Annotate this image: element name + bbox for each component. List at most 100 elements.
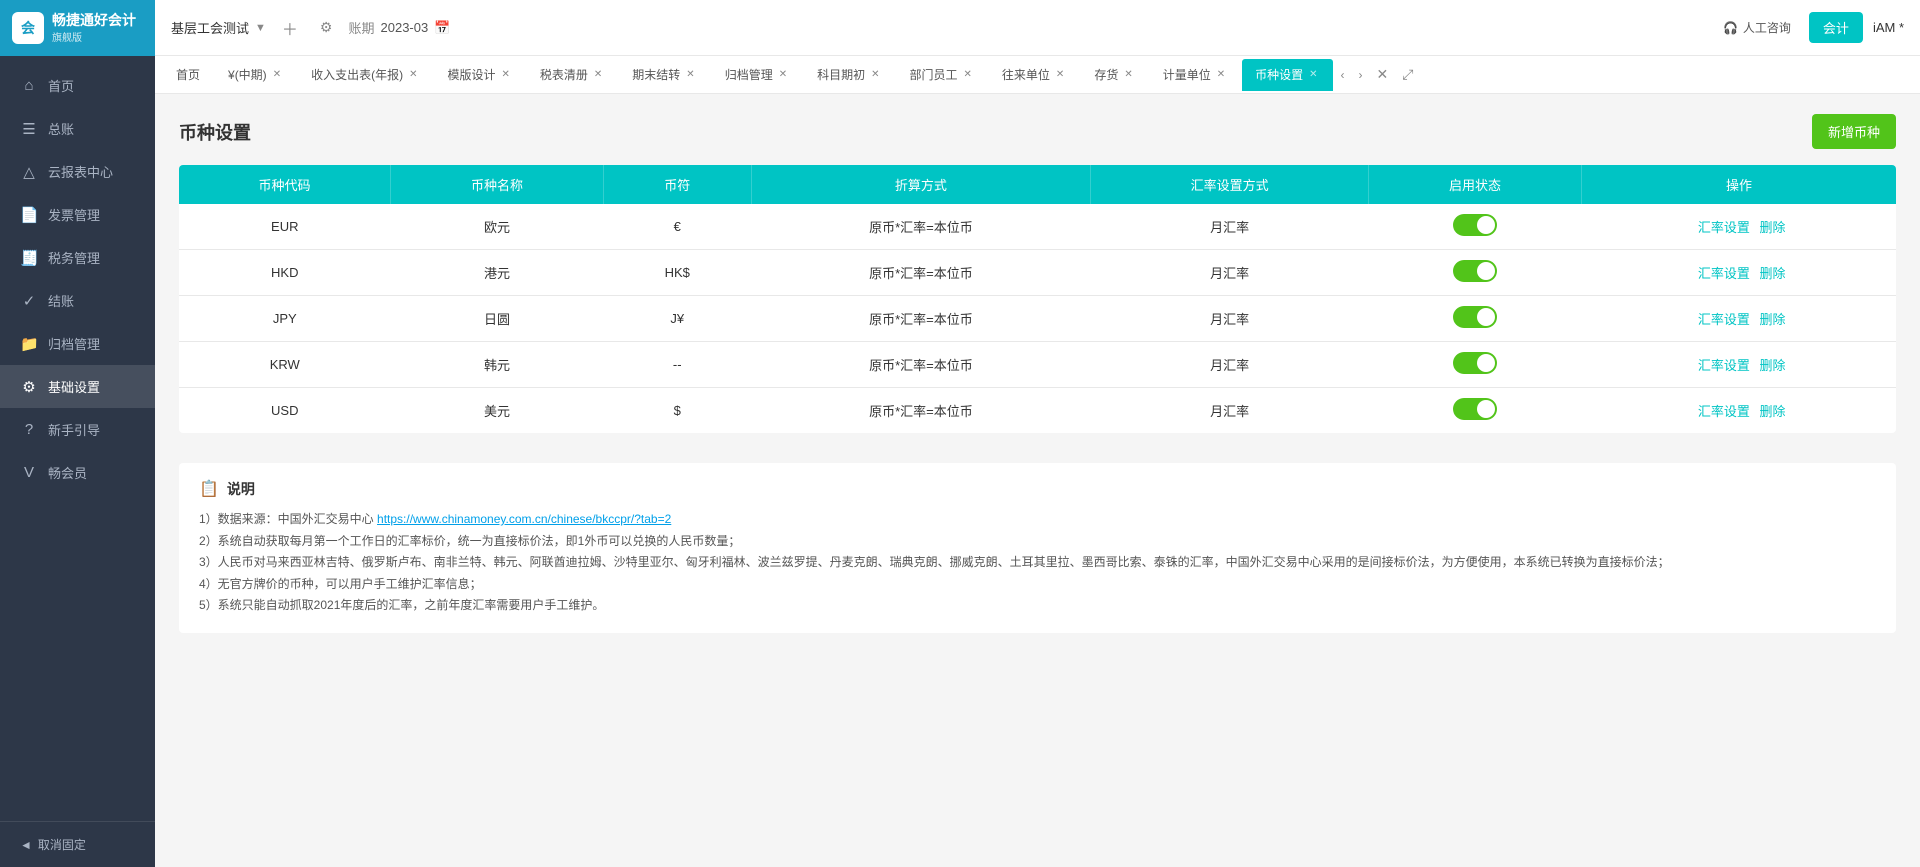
notes-item: 3）人民币对马来西亚林吉特、俄罗斯卢布、南非兰特、韩元、阿联酋迪拉姆、沙特里亚尔… — [199, 552, 1876, 574]
tab-item[interactable]: 币种设置✕ — [1242, 59, 1332, 91]
tab-item[interactable]: 首页 — [163, 59, 213, 91]
toggle-track — [1453, 260, 1497, 282]
rate-setting-link[interactable]: 汇率设置 — [1698, 312, 1750, 327]
delete-link[interactable]: 删除 — [1760, 404, 1786, 419]
cell-rate-type: 月汇率 — [1091, 250, 1369, 296]
settings-icon[interactable]: ⚙ — [314, 17, 339, 38]
cell-symbol: € — [603, 204, 751, 250]
cell-code: USD — [179, 388, 391, 434]
sidebar-item-invoice[interactable]: 📄 发票管理 — [0, 193, 155, 236]
logo-subtitle: 旗舰版 — [52, 29, 136, 44]
tab-next-button[interactable]: › — [1353, 64, 1369, 86]
toggle-switch[interactable] — [1453, 260, 1497, 282]
delete-link[interactable]: 删除 — [1760, 358, 1786, 373]
reports-icon: △ — [20, 163, 38, 181]
notes-link[interactable]: https://www.chinamoney.com.cn/chinese/bk… — [377, 512, 671, 526]
tab-close-icon[interactable]: ✕ — [869, 69, 881, 80]
new-currency-button[interactable]: 新增币种 — [1812, 114, 1896, 149]
tab-close-icon[interactable]: ✕ — [499, 69, 511, 80]
notes-icon: 📋 — [199, 479, 219, 499]
tab-close-icon[interactable]: ✕ — [407, 69, 419, 80]
tab-item[interactable]: 归档管理✕ — [712, 59, 802, 91]
rate-setting-link[interactable]: 汇率设置 — [1698, 220, 1750, 235]
cell-actions: 汇率设置 删除 — [1581, 342, 1896, 388]
sidebar-item-ledger[interactable]: ☰ 总账 — [0, 107, 155, 150]
tab-item[interactable]: 往来单位✕ — [989, 59, 1079, 91]
tab-close-all-button[interactable]: ✕ — [1371, 62, 1395, 87]
delete-link[interactable]: 删除 — [1760, 266, 1786, 281]
tab-close-icon[interactable]: ✕ — [962, 69, 974, 80]
col-status: 启用状态 — [1369, 165, 1582, 204]
tab-item[interactable]: ¥(中期) ✕ — [215, 59, 296, 91]
cell-code: KRW — [179, 342, 391, 388]
toggle-switch[interactable] — [1453, 306, 1497, 328]
cell-actions: 汇率设置 删除 — [1581, 250, 1896, 296]
col-rate-type: 汇率设置方式 — [1091, 165, 1369, 204]
tab-close-icon[interactable]: ✕ — [1122, 69, 1134, 80]
delete-link[interactable]: 删除 — [1760, 220, 1786, 235]
cell-code: JPY — [179, 296, 391, 342]
tab-item[interactable]: 科目期初✕ — [804, 59, 894, 91]
page-header: 币种设置 新增币种 — [179, 114, 1896, 149]
rate-setting-link[interactable]: 汇率设置 — [1698, 404, 1750, 419]
tab-item[interactable]: 期末结转✕ — [619, 59, 709, 91]
toggle-switch[interactable] — [1453, 214, 1497, 236]
tab-item[interactable]: 存货 ✕ — [1081, 59, 1147, 91]
toggle-thumb — [1477, 308, 1495, 326]
cell-symbol: HK$ — [603, 250, 751, 296]
cell-status — [1369, 204, 1582, 250]
tab-item[interactable]: 税表清册✕ — [527, 59, 617, 91]
tab-prev-button[interactable]: ‹ — [1335, 64, 1351, 86]
toggle-switch[interactable] — [1453, 352, 1497, 374]
tab-close-icon[interactable]: ✕ — [1054, 69, 1066, 80]
sidebar-item-tax[interactable]: 🧾 税务管理 — [0, 236, 155, 279]
sidebar-item-checkout[interactable]: ✓ 结账 — [0, 279, 155, 322]
tab-close-icon[interactable]: ✕ — [777, 69, 789, 80]
sidebar-item-settings[interactable]: ⚙ 基础设置 — [0, 365, 155, 408]
sidebar-item-member[interactable]: V 畅会员 — [0, 451, 155, 494]
col-method: 折算方式 — [751, 165, 1091, 204]
table-row: JPY 日圆 J¥ 原币*汇率=本位币 月汇率 汇率设置 删除 — [179, 296, 1896, 342]
tab-expand-button[interactable]: ⤢ — [1396, 62, 1419, 87]
sidebar-footer[interactable]: ◄ 取消固定 — [0, 821, 155, 867]
tab-label: ¥(中期) — [228, 66, 267, 83]
tab-close-icon[interactable]: ✕ — [271, 69, 283, 80]
toggle-thumb — [1477, 354, 1495, 372]
tab-item[interactable]: 模版设计✕ — [434, 59, 524, 91]
sidebar-item-label: 畅会员 — [48, 463, 87, 482]
table-body: EUR 欧元 € 原币*汇率=本位币 月汇率 汇率设置 删除 HKD 港元 HK… — [179, 204, 1896, 433]
tab-item[interactable]: 收入支出表(年报)✕ — [298, 59, 432, 91]
sidebar-item-reports[interactable]: △ 云报表中心 — [0, 150, 155, 193]
sidebar-item-home[interactable]: ⌂ 首页 — [0, 64, 155, 107]
cell-symbol: -- — [603, 342, 751, 388]
tab-item[interactable]: 计量单位✕ — [1150, 59, 1240, 91]
delete-link[interactable]: 删除 — [1760, 312, 1786, 327]
notes-item: 1）数据来源：中国外汇交易中心 https://www.chinamoney.c… — [199, 509, 1876, 531]
toggle-track — [1453, 214, 1497, 236]
cell-rate-type: 月汇率 — [1091, 204, 1369, 250]
logo-area: 会 畅捷通好会计 旗舰版 — [0, 0, 155, 56]
cell-code: EUR — [179, 204, 391, 250]
sidebar-item-label: 首页 — [48, 76, 74, 95]
rate-setting-link[interactable]: 汇率设置 — [1698, 358, 1750, 373]
tab-label: 存货 — [1094, 66, 1118, 83]
consult-button[interactable]: 🎧 人工咨询 — [1715, 15, 1799, 40]
cell-method: 原币*汇率=本位币 — [751, 342, 1091, 388]
add-tab-button[interactable]: ＋ — [276, 14, 304, 42]
sidebar-item-guide[interactable]: ? 新手引导 — [0, 408, 155, 451]
tab-close-icon[interactable]: ✕ — [684, 69, 696, 80]
company-selector[interactable]: 基层工会测试 ▼ — [171, 18, 266, 37]
accounting-button[interactable]: 会计 — [1809, 12, 1863, 43]
calendar-icon[interactable]: 📅 — [434, 20, 450, 36]
tab-close-icon[interactable]: ✕ — [592, 69, 604, 80]
topbar-right: 🎧 人工咨询 会计 iAM * — [1715, 12, 1904, 43]
tab-item[interactable]: 部门员工✕ — [897, 59, 987, 91]
rate-setting-link[interactable]: 汇率设置 — [1698, 266, 1750, 281]
toggle-track — [1453, 352, 1497, 374]
cell-method: 原币*汇率=本位币 — [751, 388, 1091, 434]
sidebar-item-archive[interactable]: 📁 归档管理 — [0, 322, 155, 365]
tab-close-icon[interactable]: ✕ — [1307, 69, 1319, 80]
toggle-track — [1453, 398, 1497, 420]
tab-close-icon[interactable]: ✕ — [1215, 69, 1227, 80]
toggle-switch[interactable] — [1453, 398, 1497, 420]
